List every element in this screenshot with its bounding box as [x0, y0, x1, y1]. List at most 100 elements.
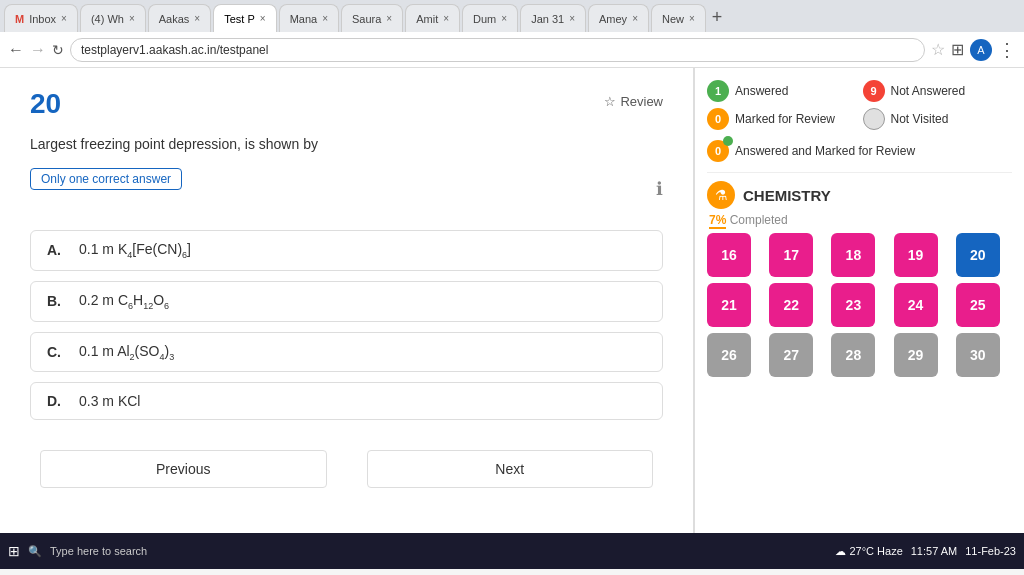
section-title: CHEMISTRY	[743, 187, 831, 204]
tab-close-jan31[interactable]: ×	[569, 13, 575, 24]
legend-answered: 1 Answered	[707, 80, 857, 102]
option-a-text: 0.1 m K4[Fe(CN)6]	[79, 241, 191, 260]
question-btn-26[interactable]: 26	[707, 333, 751, 377]
answered-label: Answered	[735, 84, 788, 98]
option-a[interactable]: A. 0.1 m K4[Fe(CN)6]	[30, 230, 663, 271]
tab-wh[interactable]: (4) Wh ×	[80, 4, 146, 32]
tab-close-amey[interactable]: ×	[632, 13, 638, 24]
bookmark-icon[interactable]: ☆	[931, 40, 945, 59]
answered-dot: 1	[707, 80, 729, 102]
tab-bar: M Inbox × (4) Wh × Aakas × Test P × Mana…	[0, 0, 1024, 32]
legend: 1 Answered 9 Not Answered 0 Marked for R…	[707, 80, 1012, 130]
question-btn-25[interactable]: 25	[956, 283, 1000, 327]
not-visited-label: Not Visited	[891, 112, 949, 126]
tab-close-saurab[interactable]: ×	[386, 13, 392, 24]
question-grid: 16 17 18 19 20 21 22 23 24 25 26 27 28 29 30	[707, 233, 1012, 377]
windows-icon[interactable]: ⊞	[8, 543, 20, 559]
address-bar: ← → ↻ ☆ ⊞ A ⋮	[0, 32, 1024, 68]
next-button[interactable]: Next	[367, 450, 654, 488]
back-button[interactable]: ←	[8, 41, 24, 59]
url-input[interactable]	[70, 38, 925, 62]
answered-marked-dot: 0	[707, 140, 729, 162]
question-btn-21[interactable]: 21	[707, 283, 751, 327]
question-btn-29[interactable]: 29	[894, 333, 938, 377]
tab-close-testpanel[interactable]: ×	[260, 13, 266, 24]
tab-inbox[interactable]: M Inbox ×	[4, 4, 78, 32]
taskbar-time: 11:57 AM	[911, 545, 957, 557]
question-btn-19[interactable]: 19	[894, 233, 938, 277]
info-icon[interactable]: ℹ	[656, 178, 663, 200]
question-btn-30[interactable]: 30	[956, 333, 1000, 377]
option-a-letter: A.	[47, 242, 67, 258]
option-c[interactable]: C. 0.1 m Al2(SO4)3	[30, 332, 663, 373]
menu-icon[interactable]: ⋮	[998, 39, 1016, 61]
extensions-icon[interactable]: ⊞	[951, 40, 964, 59]
option-d-letter: D.	[47, 393, 67, 409]
option-b-text: 0.2 m C6H12O6	[79, 292, 169, 311]
question-text: Largest freezing point depression, is sh…	[30, 136, 663, 152]
forward-button[interactable]: →	[30, 41, 46, 59]
star-icon: ☆	[604, 94, 616, 109]
tab-close-dummy[interactable]: ×	[501, 13, 507, 24]
question-btn-18[interactable]: 18	[831, 233, 875, 277]
question-btn-28[interactable]: 28	[831, 333, 875, 377]
question-btn-17[interactable]: 17	[769, 233, 813, 277]
question-btn-16[interactable]: 16	[707, 233, 751, 277]
marked-label: Marked for Review	[735, 112, 835, 126]
marked-dot: 0	[707, 108, 729, 130]
option-b[interactable]: B. 0.2 m C6H12O6	[30, 281, 663, 322]
search-text[interactable]: Type here to search	[50, 545, 147, 557]
reload-button[interactable]: ↻	[52, 42, 64, 58]
right-panel: 1 Answered 9 Not Answered 0 Marked for R…	[694, 68, 1024, 533]
not-answered-label: Not Answered	[891, 84, 966, 98]
tab-close-aakash[interactable]: ×	[194, 13, 200, 24]
tab-aakash[interactable]: Aakas ×	[148, 4, 211, 32]
question-number: 20	[30, 88, 61, 120]
tab-saurab[interactable]: Saura ×	[341, 4, 403, 32]
tab-new[interactable]: New ×	[651, 4, 706, 32]
option-c-letter: C.	[47, 344, 67, 360]
tab-close-wh[interactable]: ×	[129, 13, 135, 24]
previous-button[interactable]: Previous	[40, 450, 327, 488]
tab-amey[interactable]: Amey ×	[588, 4, 649, 32]
option-b-letter: B.	[47, 293, 67, 309]
completed-bar: 7% Completed	[707, 213, 1012, 227]
new-tab-button[interactable]: +	[712, 7, 723, 32]
tab-amit[interactable]: Amit ×	[405, 4, 460, 32]
taskbar-date: 11-Feb-23	[965, 545, 1016, 557]
profile-icon[interactable]: A	[970, 39, 992, 61]
question-btn-22[interactable]: 22	[769, 283, 813, 327]
option-c-text: 0.1 m Al2(SO4)3	[79, 343, 174, 362]
legend-marked: 0 Marked for Review	[707, 108, 857, 130]
not-answered-dot: 9	[863, 80, 885, 102]
legend-not-visited: Not Visited	[863, 108, 1013, 130]
question-btn-27[interactable]: 27	[769, 333, 813, 377]
question-btn-20[interactable]: 20	[956, 233, 1000, 277]
tab-close-new[interactable]: ×	[689, 13, 695, 24]
question-btn-24[interactable]: 24	[894, 283, 938, 327]
tab-jan31[interactable]: Jan 31 ×	[520, 4, 586, 32]
completed-percent: 7%	[709, 213, 726, 229]
section-header: ⚗ CHEMISTRY	[707, 181, 1012, 209]
tab-manage[interactable]: Mana ×	[279, 4, 339, 32]
tab-testpanel[interactable]: Test P ×	[213, 4, 276, 32]
search-icon[interactable]: 🔍	[28, 545, 42, 558]
tab-close-amit[interactable]: ×	[443, 13, 449, 24]
question-panel: 20 ☆ Review Largest freezing point depre…	[0, 68, 694, 533]
tab-close-inbox[interactable]: ×	[61, 13, 67, 24]
tab-close-manage[interactable]: ×	[322, 13, 328, 24]
option-d[interactable]: D. 0.3 m KCl	[30, 382, 663, 420]
weather-icon: ☁ 27°C Haze	[835, 545, 902, 558]
answered-marked-label: Answered and Marked for Review	[735, 144, 915, 158]
question-btn-23[interactable]: 23	[831, 283, 875, 327]
not-visited-dot	[863, 108, 885, 130]
section-icon: ⚗	[707, 181, 735, 209]
review-button[interactable]: ☆ Review	[604, 94, 663, 109]
legend-answered-marked: 0 Answered and Marked for Review	[707, 140, 1012, 162]
answer-type-badge: Only one correct answer	[30, 168, 182, 190]
tab-dummy[interactable]: Dum ×	[462, 4, 518, 32]
main-layout: 20 ☆ Review Largest freezing point depre…	[0, 68, 1024, 533]
legend-not-answered: 9 Not Answered	[863, 80, 1013, 102]
taskbar: ⊞ 🔍 Type here to search ☁ 27°C Haze 11:5…	[0, 533, 1024, 569]
option-d-text: 0.3 m KCl	[79, 393, 140, 409]
